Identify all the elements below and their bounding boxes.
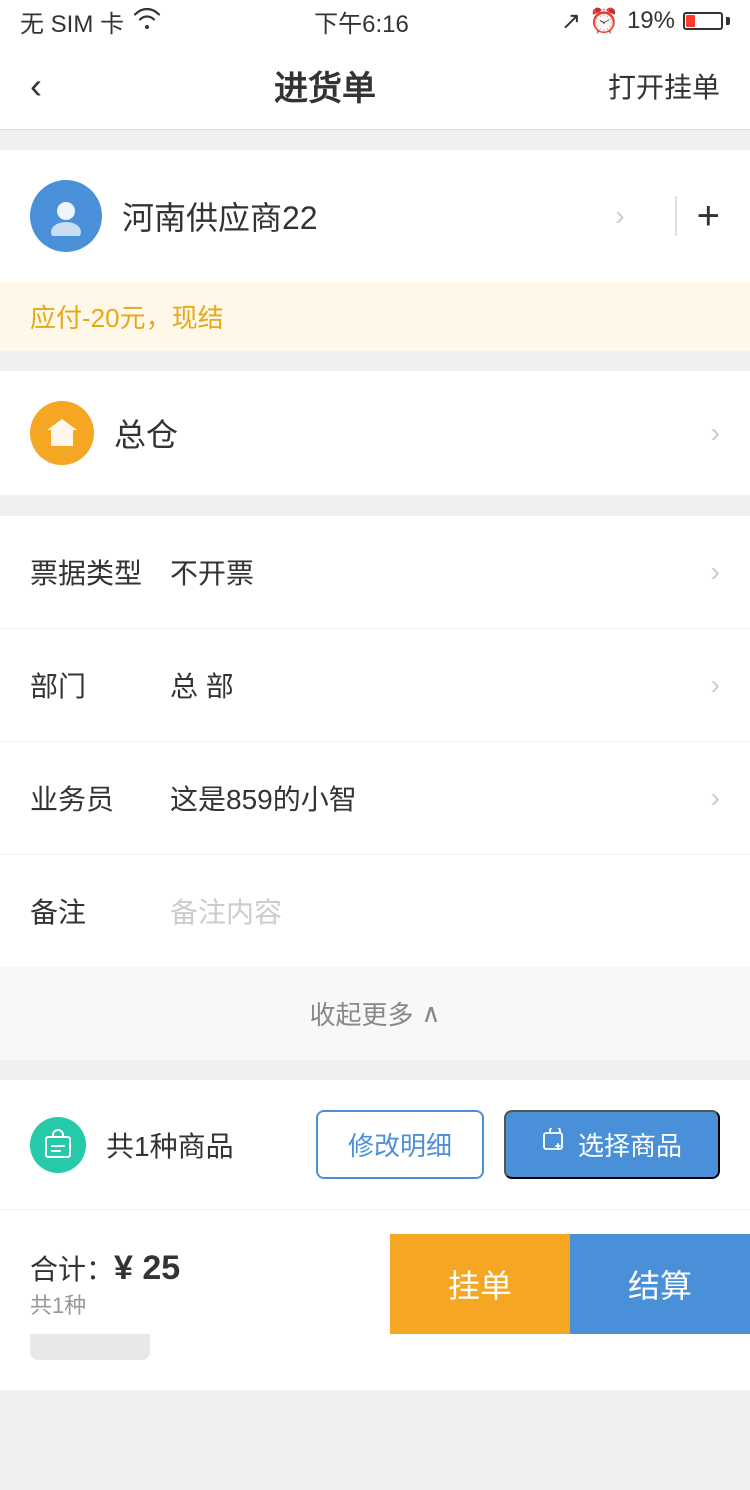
notice-bar: 应付-20元，现结 (0, 282, 750, 351)
supplier-name: 河南供应商22 (122, 193, 615, 239)
warehouse-chevron-icon: › (711, 417, 720, 449)
wifi-icon (132, 7, 162, 36)
product-count-text: 共1种商品 (106, 1125, 296, 1165)
section-gap-4 (0, 1060, 750, 1080)
checkout-button[interactable]: 结算 (570, 1234, 750, 1334)
salesperson-chevron-icon: › (711, 782, 720, 814)
product-count-icon (30, 1117, 86, 1173)
supplier-section: 河南供应商22 › + 应付-20元，现结 (0, 150, 750, 351)
supplier-avatar (30, 180, 102, 252)
total-amount: ¥ 25 (114, 1249, 180, 1287)
department-label: 部门 (30, 665, 150, 705)
battery-percent: 19% (627, 7, 675, 35)
nav-bar: ‹ 进货单 打开挂单 (0, 42, 750, 130)
warehouse-name: 总仓 (114, 410, 711, 456)
collapse-bar[interactable]: 收起更多 ∧ (0, 967, 750, 1060)
select-product-button[interactable]: 选择商品 (504, 1110, 720, 1179)
battery-icon (683, 12, 730, 30)
supplier-divider (675, 196, 677, 236)
status-time: 下午6:16 (314, 4, 409, 39)
department-row[interactable]: 部门 总 部 › (0, 628, 750, 741)
warehouse-icon (30, 401, 94, 465)
salesperson-row[interactable]: 业务员 这是859的小智 › (0, 741, 750, 854)
total-sub-label: 共1种 (30, 1288, 360, 1320)
bottom-bar: 合计：¥ 25 共1种 挂单 结算 (0, 1234, 750, 1334)
add-supplier-button[interactable]: + (697, 194, 720, 239)
status-right: ↗ ⏰ 19% (561, 7, 730, 36)
product-header: 共1种商品 修改明细 选择商品 (0, 1080, 750, 1209)
invoice-type-value: 不开票 (170, 552, 711, 592)
remark-label: 备注 (30, 891, 150, 931)
status-bar: 无 SIM 卡 下午6:16 ↗ ⏰ 19% (0, 0, 750, 42)
open-hang-button[interactable]: 打开挂单 (608, 66, 720, 106)
total-line1: 合计：¥ 25 (30, 1248, 360, 1288)
warehouse-row[interactable]: 总仓 › (0, 371, 750, 495)
bottom-spacer (0, 1390, 750, 1490)
bottom-total: 合计：¥ 25 共1种 (0, 1234, 390, 1334)
department-chevron-icon: › (711, 669, 720, 701)
back-button[interactable]: ‹ (30, 65, 42, 107)
modify-detail-button[interactable]: 修改明细 (316, 1110, 484, 1179)
department-value: 总 部 (170, 665, 711, 705)
select-product-label: 选择商品 (578, 1126, 682, 1163)
sim-status: 无 SIM 卡 (20, 4, 124, 39)
remark-row[interactable]: 备注 备注内容 (0, 854, 750, 967)
salesperson-value: 这是859的小智 (170, 778, 711, 818)
section-gap-2 (0, 351, 750, 371)
collapse-icon: ∧ (421, 998, 440, 1029)
invoice-type-chevron-icon: › (711, 556, 720, 588)
select-product-icon (542, 1128, 568, 1161)
location-icon: ↗ (561, 7, 581, 36)
remark-placeholder: 备注内容 (170, 891, 720, 931)
page-title: 进货单 (274, 61, 376, 110)
total-label: 合计： (30, 1254, 114, 1285)
invoice-type-label: 票据类型 (30, 552, 150, 592)
invoice-type-row[interactable]: 票据类型 不开票 › (0, 515, 750, 628)
supplier-row[interactable]: 河南供应商22 › + (0, 150, 750, 282)
warehouse-section: 总仓 › (0, 371, 750, 495)
form-section: 票据类型 不开票 › 部门 总 部 › 业务员 这是859的小智 › 备注 备注… (0, 515, 750, 967)
section-gap-1 (0, 130, 750, 150)
collapse-text: 收起更多 (309, 995, 413, 1032)
section-gap-3 (0, 495, 750, 515)
supplier-chevron-icon: › (615, 200, 624, 232)
status-left: 无 SIM 卡 (20, 4, 162, 39)
hang-button[interactable]: 挂单 (390, 1234, 570, 1334)
salesperson-label: 业务员 (30, 778, 150, 818)
alarm-icon: ⏰ (589, 7, 619, 36)
